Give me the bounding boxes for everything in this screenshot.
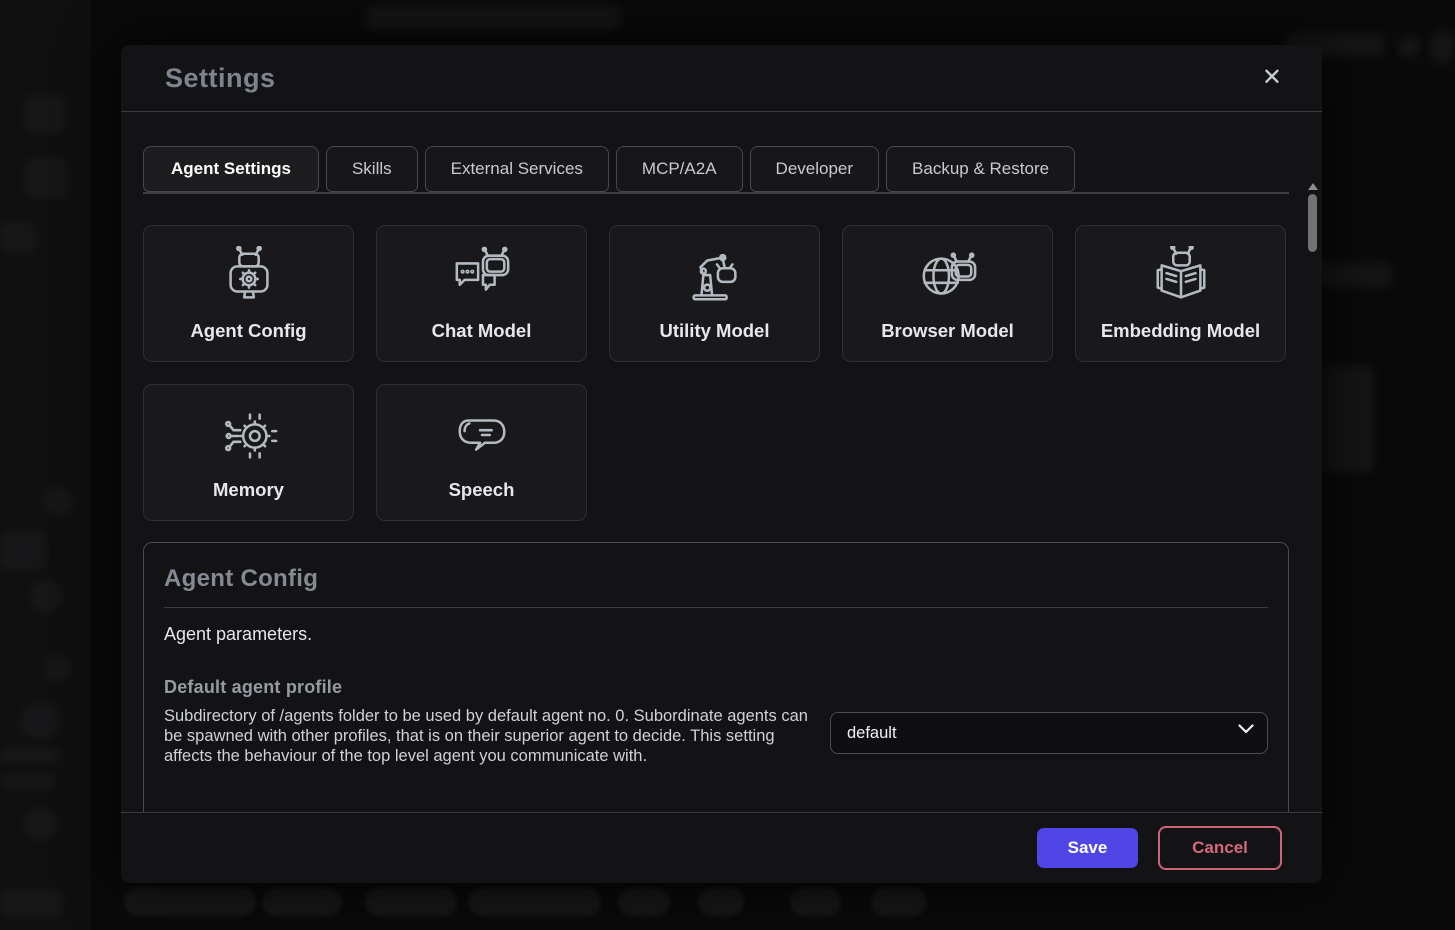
background-toolbar-pill bbox=[698, 888, 744, 916]
default-agent-profile-select[interactable]: default bbox=[830, 712, 1268, 754]
nav-card-utility-model[interactable]: Utility Model bbox=[609, 225, 820, 362]
agent-config-icon bbox=[218, 246, 280, 308]
background-toolbar-pill bbox=[871, 888, 927, 916]
background-sidebar bbox=[0, 0, 90, 930]
settings-modal: Settings ✕ Agent Settings Skills Externa… bbox=[121, 45, 1322, 883]
save-button[interactable]: Save bbox=[1037, 828, 1138, 868]
background-blur-blob bbox=[24, 808, 58, 840]
tab-backup-restore[interactable]: Backup & Restore bbox=[886, 146, 1075, 192]
nav-card-label: Embedding Model bbox=[1101, 320, 1260, 342]
background-blur-blob bbox=[0, 532, 45, 570]
background-blur-blob bbox=[0, 775, 55, 788]
field-row: Subdirectory of /agents folder to be use… bbox=[164, 706, 1268, 766]
background-toolbar-pill bbox=[365, 888, 457, 916]
modal-title: Settings bbox=[165, 63, 276, 94]
background-toolbar-pill bbox=[790, 888, 841, 916]
chat-model-icon bbox=[451, 246, 513, 308]
nav-card-label: Utility Model bbox=[660, 320, 770, 342]
nav-card-agent-config[interactable]: Agent Config bbox=[143, 225, 354, 362]
nav-card-label: Agent Config bbox=[190, 320, 306, 342]
tab-skills[interactable]: Skills bbox=[326, 146, 418, 192]
background-blur-blob bbox=[1322, 365, 1374, 473]
nav-card-label: Memory bbox=[213, 479, 284, 501]
speech-icon bbox=[451, 405, 513, 467]
default-agent-profile-select-wrap: default bbox=[830, 706, 1268, 754]
nav-card-speech[interactable]: Speech bbox=[376, 384, 587, 521]
memory-icon bbox=[218, 405, 280, 467]
utility-model-icon bbox=[684, 246, 746, 308]
background-toolbar-pill bbox=[618, 888, 670, 916]
field-label-default-agent-profile: Default agent profile bbox=[164, 677, 1268, 698]
background-blur-blob bbox=[20, 702, 60, 740]
nav-card-memory[interactable]: Memory bbox=[143, 384, 354, 521]
embedding-model-icon bbox=[1150, 246, 1212, 308]
background-blur-blob bbox=[0, 890, 62, 916]
nav-card-label: Chat Model bbox=[432, 320, 532, 342]
background-blur-blob bbox=[1316, 262, 1392, 288]
tab-mcp-a2a[interactable]: MCP/A2A bbox=[616, 146, 743, 192]
background-blur-blob bbox=[1430, 30, 1455, 64]
background-blur-blob bbox=[365, 6, 620, 30]
background-toolbar-pill bbox=[124, 888, 256, 916]
scrollbar-thumb[interactable] bbox=[1308, 194, 1317, 252]
tab-bar: Agent Settings Skills External Services … bbox=[143, 148, 1289, 194]
modal-content: Agent Settings Skills External Services … bbox=[121, 113, 1322, 812]
background-toolbar-pill bbox=[468, 888, 601, 916]
background-blur-blob bbox=[0, 222, 36, 252]
background-blur-blob bbox=[30, 580, 62, 612]
modal-header: Settings ✕ bbox=[121, 45, 1322, 112]
settings-nav-grid: Agent Config Chat Model bbox=[143, 225, 1289, 521]
background-blur-blob bbox=[44, 656, 70, 682]
background-blur-blob bbox=[0, 747, 60, 763]
section-subtitle: Agent parameters. bbox=[164, 624, 1268, 645]
section-divider bbox=[164, 607, 1268, 608]
agent-config-section: Agent Config Agent parameters. Default a… bbox=[143, 542, 1289, 812]
nav-card-chat-model[interactable]: Chat Model bbox=[376, 225, 587, 362]
modal-scrollbar[interactable] bbox=[1307, 183, 1317, 812]
background-blur-blob bbox=[25, 95, 65, 133]
tab-agent-settings[interactable]: Agent Settings bbox=[143, 146, 319, 192]
tab-developer[interactable]: Developer bbox=[750, 146, 880, 192]
nav-card-label: Browser Model bbox=[881, 320, 1014, 342]
background-blur-blob bbox=[25, 158, 67, 198]
nav-card-embedding-model[interactable]: Embedding Model bbox=[1075, 225, 1286, 362]
modal-footer: Save Cancel bbox=[121, 812, 1322, 883]
field-description: Subdirectory of /agents folder to be use… bbox=[164, 706, 812, 766]
cancel-button[interactable]: Cancel bbox=[1158, 826, 1282, 870]
scrollbar-up-arrow-icon[interactable] bbox=[1308, 183, 1318, 190]
background-blur-blob bbox=[44, 487, 72, 515]
background-blur-blob bbox=[1398, 36, 1420, 58]
nav-card-browser-model[interactable]: Browser Model bbox=[842, 225, 1053, 362]
close-icon[interactable]: ✕ bbox=[1262, 66, 1282, 90]
nav-card-label: Speech bbox=[449, 479, 515, 501]
tab-external-services[interactable]: External Services bbox=[425, 146, 609, 192]
background-toolbar-pill bbox=[262, 888, 342, 916]
browser-model-icon bbox=[917, 246, 979, 308]
section-title: Agent Config bbox=[164, 565, 1268, 593]
